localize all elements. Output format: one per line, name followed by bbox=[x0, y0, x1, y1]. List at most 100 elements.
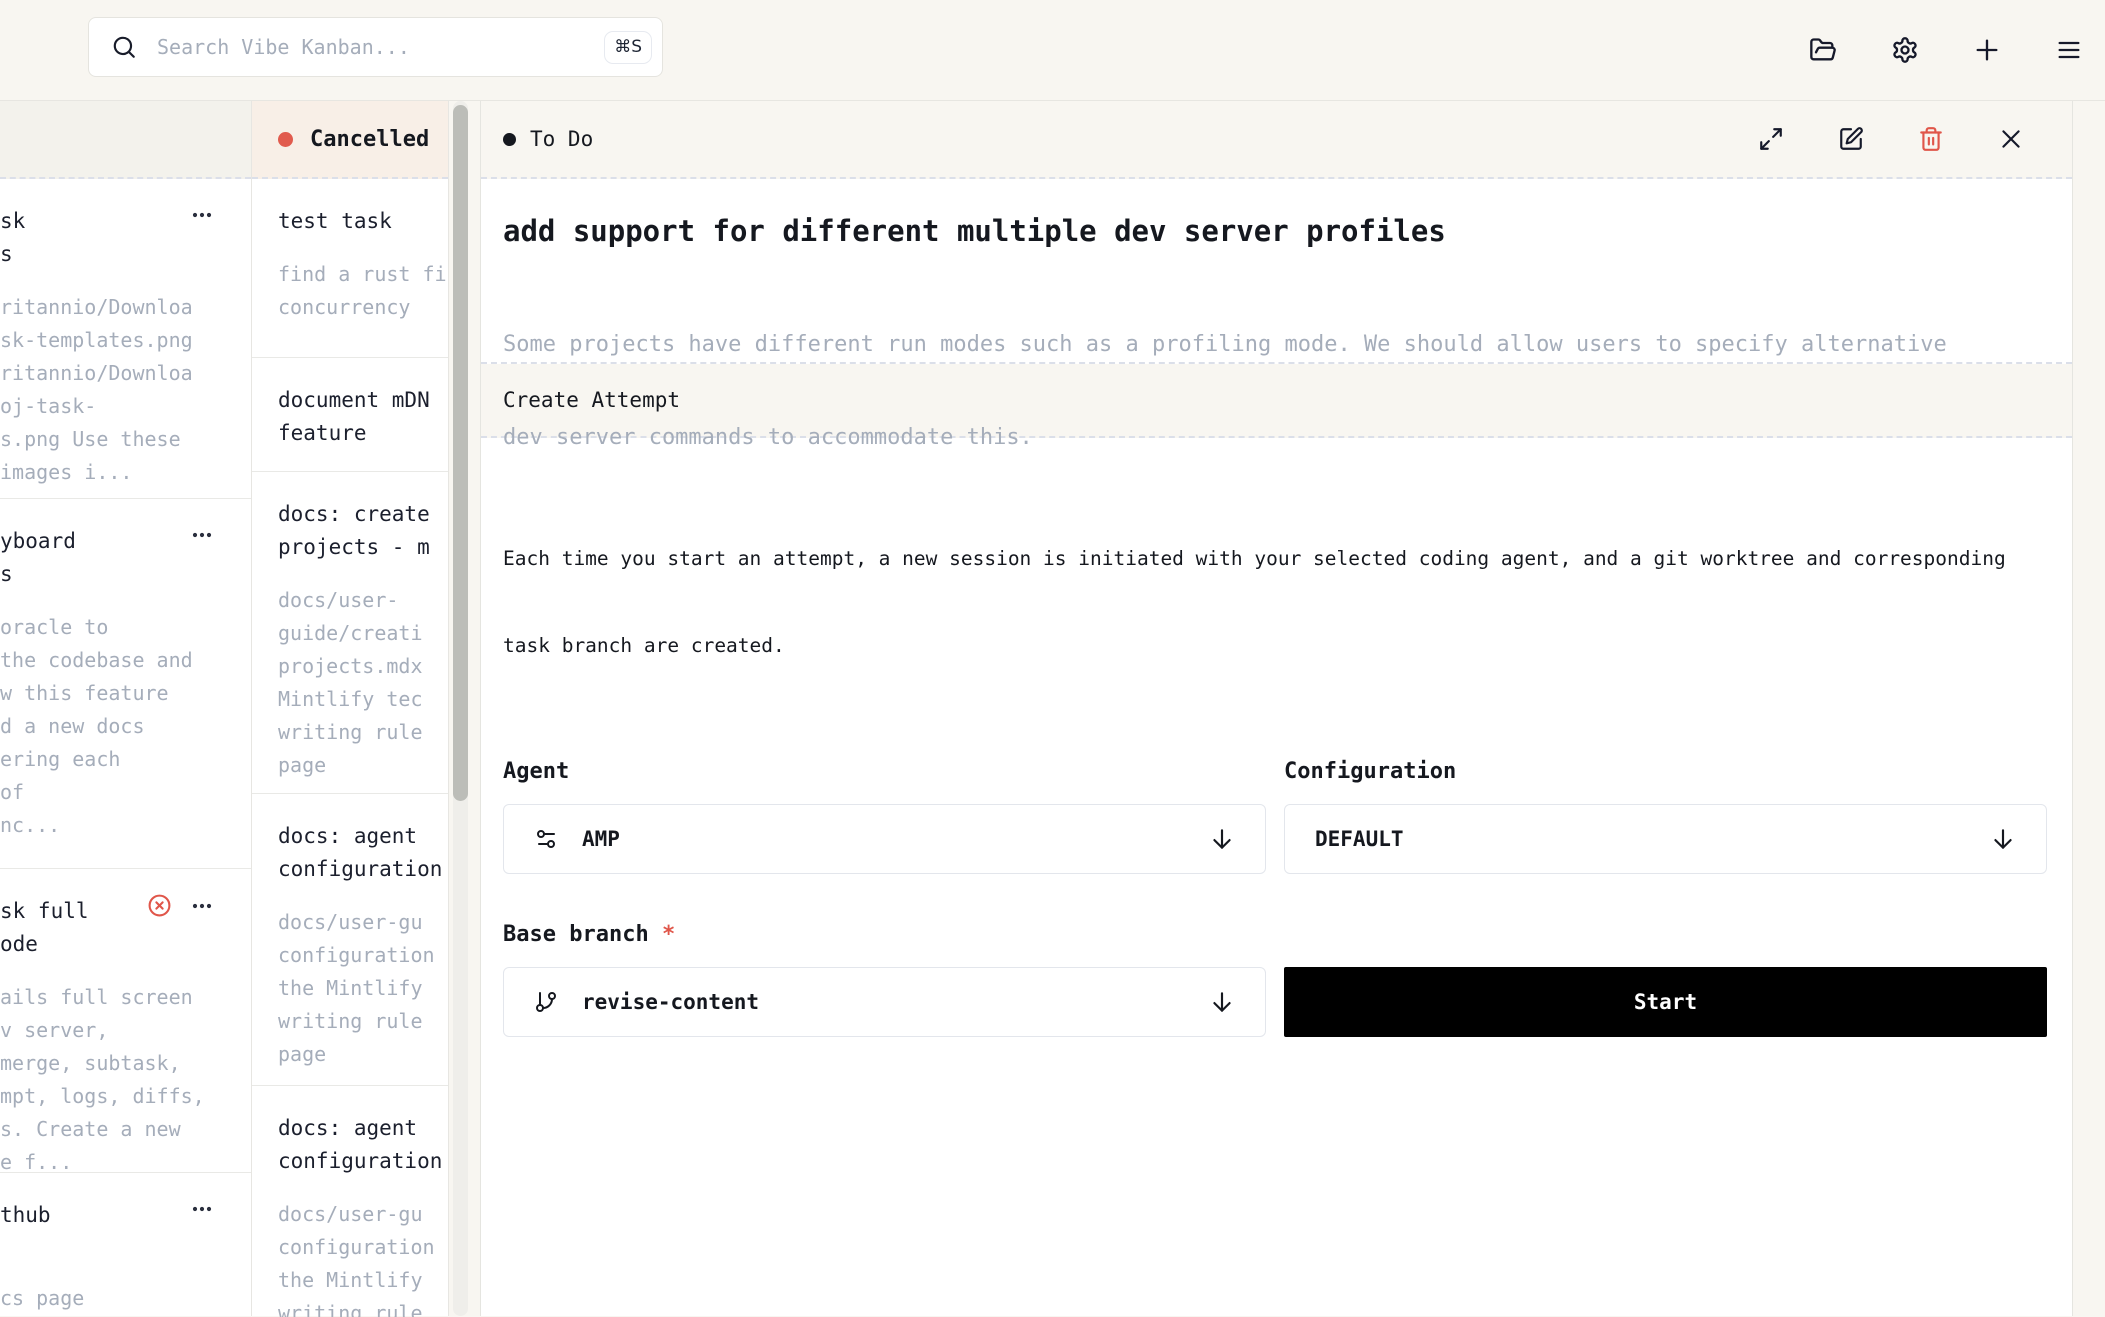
edit-task-button[interactable] bbox=[1838, 126, 1864, 152]
git-branch-icon bbox=[534, 990, 558, 1014]
task-card[interactable]: yboard s oracle to the codebase and w th… bbox=[0, 499, 251, 869]
card-menu-icon[interactable] bbox=[190, 203, 214, 227]
card-title-line: test task bbox=[278, 209, 392, 233]
settings-button[interactable] bbox=[1891, 36, 1919, 64]
task-card[interactable]: test task find a rust fi concurrency bbox=[252, 179, 448, 358]
card-menu-icon[interactable] bbox=[190, 894, 214, 918]
card-menu-icon[interactable] bbox=[190, 523, 214, 547]
base-branch-select[interactable]: revise-content bbox=[503, 967, 1266, 1037]
search-box[interactable]: ⌘S bbox=[88, 17, 663, 77]
task-details-panel: To Do add support for different multiple… bbox=[480, 101, 2073, 1316]
open-project-button[interactable] bbox=[1809, 36, 1837, 64]
add-task-button[interactable] bbox=[1973, 36, 2001, 64]
arrow-down-icon bbox=[1209, 826, 1235, 852]
card-title-line: feature bbox=[278, 421, 367, 445]
arrow-down-icon bbox=[1990, 826, 2016, 852]
settings-sliders-icon bbox=[534, 827, 558, 851]
card-desc-line: page bbox=[278, 1042, 327, 1066]
card-title-line: docs: agent bbox=[278, 1116, 418, 1140]
kanban-board: sk s ritannio/Downloa sk-templates.png r… bbox=[0, 100, 2105, 1317]
card-title-line: configuration bbox=[278, 1149, 443, 1173]
create-attempt-content: Each time you start an attempt, a new se… bbox=[481, 438, 2072, 1037]
card-desc-line: of bbox=[0, 780, 25, 804]
card-title-line: ode bbox=[0, 932, 38, 956]
agent-field: Agent AMP bbox=[503, 758, 1266, 874]
card-title-line: docs: create bbox=[278, 502, 430, 526]
task-card[interactable]: docs: create projects - m docs/user- gui… bbox=[252, 472, 448, 794]
column-header bbox=[0, 101, 251, 179]
folder-open-icon bbox=[1809, 36, 1837, 64]
card-desc-line: Mintlify tec bbox=[278, 687, 423, 711]
close-icon bbox=[1998, 126, 2024, 152]
card-title-line: docs: agent bbox=[278, 824, 418, 848]
card-desc-line: nc... bbox=[0, 813, 61, 837]
card-desc-line: find a rust fi bbox=[278, 262, 447, 286]
cancelled-status-dot bbox=[278, 131, 293, 147]
card-desc-line: the Mintlify bbox=[278, 976, 423, 1000]
card-desc-line: ails full screen bbox=[0, 985, 193, 1009]
task-card[interactable]: document mDN feature bbox=[252, 358, 448, 472]
card-desc-line: d a new docs bbox=[0, 714, 145, 738]
close-panel-button[interactable] bbox=[1998, 126, 2024, 152]
column-header: Cancelled bbox=[252, 101, 448, 179]
card-desc-line: e f... bbox=[0, 1150, 73, 1173]
card-desc-line: guide/creati bbox=[278, 621, 423, 645]
task-card[interactable]: thub cs page bbox=[0, 1173, 251, 1317]
card-desc-line: oracle to bbox=[0, 615, 109, 639]
search-shortcut-badge: ⌘S bbox=[604, 30, 652, 64]
card-title-line: configuration bbox=[278, 857, 443, 881]
attempt-intro-line: task branch are created. bbox=[503, 634, 785, 657]
hamburger-menu-icon bbox=[2055, 36, 2083, 64]
plus-icon bbox=[1973, 36, 2001, 64]
kanban-column-left-clipped: sk s ritannio/Downloa sk-templates.png r… bbox=[0, 101, 252, 1316]
card-desc-line: ritannio/Downloa bbox=[0, 295, 193, 319]
task-card[interactable]: docs: agent configuration docs/user-gu c… bbox=[252, 794, 448, 1086]
card-desc-line: mpt, logs, diffs, bbox=[0, 1084, 205, 1108]
card-title-line: s bbox=[0, 562, 13, 586]
card-desc-line: sk-templates.png bbox=[0, 328, 193, 352]
agent-label: Agent bbox=[503, 759, 570, 784]
start-attempt-button[interactable]: Start bbox=[1284, 967, 2047, 1037]
card-desc-line: docs/user-gu bbox=[278, 1202, 423, 1226]
task-card[interactable]: sk s ritannio/Downloa sk-templates.png r… bbox=[0, 179, 251, 499]
task-description-line: Some projects have different run modes s… bbox=[503, 332, 1947, 357]
task-panel-actions bbox=[1758, 126, 2024, 152]
task-title-block: add support for different multiple dev s… bbox=[481, 179, 2072, 450]
card-desc-line: page bbox=[278, 753, 327, 777]
start-field: Start bbox=[1284, 921, 2047, 1037]
arrow-down-icon bbox=[1209, 989, 1235, 1015]
attempt-intro-line: Each time you start an attempt, a new se… bbox=[503, 547, 2006, 570]
base-branch-label: Base branch bbox=[503, 922, 649, 947]
card-desc-line: v server, bbox=[0, 1018, 109, 1042]
board-scrollbar-thumb[interactable] bbox=[453, 105, 468, 801]
card-desc-line: the Mintlify bbox=[278, 1268, 423, 1292]
search-input[interactable] bbox=[155, 34, 587, 60]
card-desc-line: docs/user- bbox=[278, 588, 399, 612]
card-desc-line: docs/user-gu bbox=[278, 910, 423, 934]
configuration-field: Configuration DEFAULT bbox=[1284, 758, 2047, 874]
base-branch-field: Base branch * revise-content bbox=[503, 921, 1266, 1037]
configuration-select[interactable]: DEFAULT bbox=[1284, 804, 2047, 874]
agent-select[interactable]: AMP bbox=[503, 804, 1266, 874]
main-menu-button[interactable] bbox=[2055, 36, 2083, 64]
task-card[interactable]: docs: agent configuration docs/user-gu c… bbox=[252, 1086, 448, 1317]
section-title: Create Attempt bbox=[503, 388, 681, 412]
card-desc-line: concurrency bbox=[278, 295, 411, 319]
card-desc-line: projects.mdx bbox=[278, 654, 423, 678]
agent-value: AMP bbox=[582, 827, 620, 851]
card-title-line: s bbox=[0, 242, 13, 266]
cancel-circle-x-icon[interactable] bbox=[147, 893, 172, 918]
search-icon bbox=[111, 34, 137, 60]
task-title: add support for different multiple dev s… bbox=[503, 214, 1446, 248]
task-card[interactable]: sk full ode ails full screen v server, m… bbox=[0, 869, 251, 1173]
delete-task-button[interactable] bbox=[1918, 126, 1944, 152]
configuration-value: DEFAULT bbox=[1315, 827, 1404, 851]
expand-task-button[interactable] bbox=[1758, 126, 1784, 152]
base-branch-value: revise-content bbox=[582, 990, 760, 1014]
card-desc-line: ritannio/Downloa bbox=[0, 361, 193, 385]
card-menu-icon[interactable] bbox=[190, 1197, 214, 1221]
expand-icon bbox=[1758, 126, 1784, 152]
card-title-line: document mDN bbox=[278, 388, 430, 412]
card-desc-line: configuration bbox=[278, 1235, 435, 1259]
card-desc-line: writing rule bbox=[278, 720, 423, 744]
